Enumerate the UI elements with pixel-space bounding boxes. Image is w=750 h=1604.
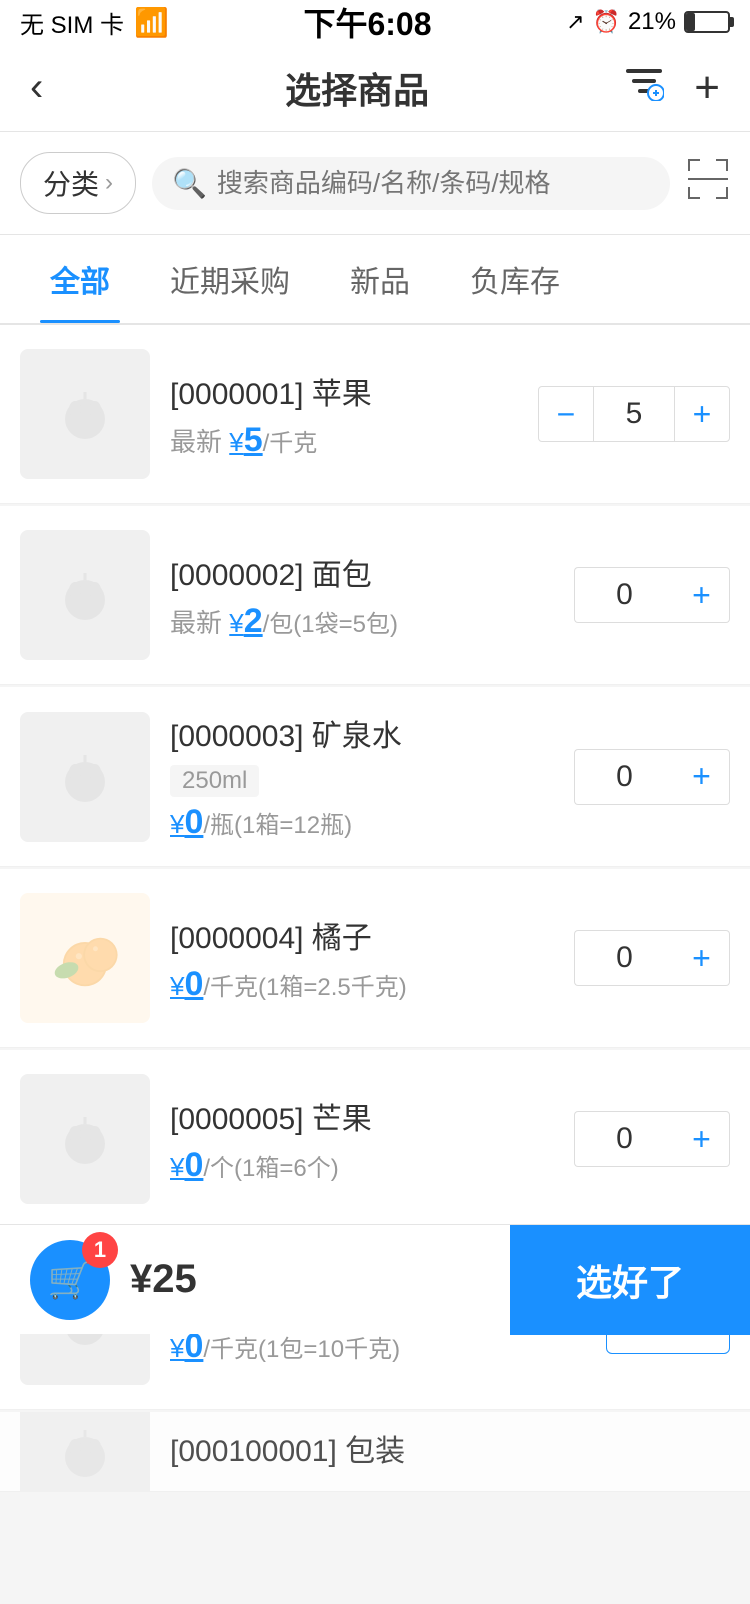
tab-negative[interactable]: 负库存 bbox=[440, 235, 590, 323]
scan-icon[interactable] bbox=[686, 157, 730, 210]
qty-control-0000005: + bbox=[574, 1111, 730, 1167]
battery-icon bbox=[684, 11, 730, 33]
product-image-0000004 bbox=[20, 893, 150, 1023]
product-image-0000001 bbox=[20, 349, 150, 479]
search-input[interactable] bbox=[217, 168, 650, 199]
product-image-0000003 bbox=[20, 712, 150, 842]
product-name: [0000003] 矿泉水 bbox=[170, 711, 554, 755]
product-price: ¥0/瓶(1箱=12瓶) bbox=[170, 803, 554, 842]
product-name: [0000004] 橘子 bbox=[170, 913, 554, 957]
tab-new[interactable]: 新品 bbox=[320, 235, 440, 323]
product-price: 最新 ¥5/千克 bbox=[170, 421, 518, 460]
product-info-0000003: [0000003] 矿泉水 250ml ¥0/瓶(1箱=12瓶) bbox=[170, 711, 554, 842]
qty-minus-button[interactable]: − bbox=[538, 386, 594, 442]
tab-all[interactable]: 全部 bbox=[20, 235, 140, 323]
product-price: 最新 ¥2/包(1袋=5包) bbox=[170, 602, 554, 641]
product-price: ¥0/千克(1箱=2.5千克) bbox=[170, 965, 554, 1004]
product-name: [000100001] 包装 bbox=[170, 1426, 730, 1470]
qty-input[interactable] bbox=[574, 567, 674, 623]
qty-input[interactable] bbox=[574, 1111, 674, 1167]
qty-input[interactable] bbox=[574, 930, 674, 986]
qty-control-0000002: + bbox=[574, 567, 730, 623]
confirm-button[interactable]: 选好了 bbox=[510, 1225, 750, 1335]
cart-icon: 🛒 bbox=[48, 1259, 93, 1301]
product-item: [0000004] 橘子 ¥0/千克(1箱=2.5千克) + bbox=[0, 869, 750, 1048]
qty-plus-button[interactable]: + bbox=[674, 567, 730, 623]
back-button[interactable]: ‹ bbox=[30, 65, 90, 110]
qty-plus-button[interactable]: + bbox=[674, 386, 730, 442]
qty-plus-button[interactable]: + bbox=[674, 749, 730, 805]
status-time: 下午6:08 bbox=[303, 0, 431, 45]
product-spec: 250ml bbox=[170, 765, 259, 797]
product-info-0000001: [0000001] 苹果 最新 ¥5/千克 bbox=[170, 369, 518, 460]
product-item-partial: [000100001] 包装 bbox=[0, 1412, 750, 1492]
status-right: ↗ ⏰ 21% bbox=[566, 8, 730, 36]
product-item: [0000005] 芒果 ¥0/个(1箱=6个) + bbox=[0, 1050, 750, 1229]
alarm-icon: ⏰ bbox=[593, 9, 620, 35]
nav-actions: + bbox=[624, 63, 720, 113]
bottom-bar: 🛒 1 ¥25 选好了 bbox=[0, 1224, 750, 1334]
search-box: 🔍 bbox=[152, 157, 670, 210]
tab-recent[interactable]: 近期采购 bbox=[140, 235, 320, 323]
filter-icon[interactable] bbox=[624, 65, 664, 111]
battery-fill bbox=[686, 13, 695, 31]
product-price: ¥0/个(1箱=6个) bbox=[170, 1146, 554, 1185]
qty-control-0000003: + bbox=[574, 749, 730, 805]
tab-row: 全部 近期采购 新品 负库存 bbox=[0, 235, 750, 325]
cart-badge: 1 bbox=[82, 1232, 118, 1268]
nav-bar: ‹ 选择商品 + bbox=[0, 44, 750, 132]
product-item: [0000003] 矿泉水 250ml ¥0/瓶(1箱=12瓶) + bbox=[0, 687, 750, 867]
product-item: [0000002] 面包 最新 ¥2/包(1袋=5包) + bbox=[0, 506, 750, 685]
product-item: [0000001] 苹果 最新 ¥5/千克 − + bbox=[0, 325, 750, 504]
product-name: [0000005] 芒果 bbox=[170, 1094, 554, 1138]
qty-plus-button[interactable]: + bbox=[674, 930, 730, 986]
product-image-0000002 bbox=[20, 530, 150, 660]
product-image-partial bbox=[20, 1412, 150, 1492]
location-icon: ↗ bbox=[566, 9, 584, 35]
search-icon: 🔍 bbox=[172, 167, 207, 200]
product-name: [0000001] 苹果 bbox=[170, 369, 518, 413]
cart-total: ¥25 bbox=[130, 1257, 197, 1302]
add-icon[interactable]: + bbox=[694, 63, 720, 113]
qty-control-0000004: + bbox=[574, 930, 730, 986]
qty-plus-button[interactable]: + bbox=[674, 1111, 730, 1167]
product-info-0000002: [0000002] 面包 最新 ¥2/包(1袋=5包) bbox=[170, 550, 554, 641]
cart-section: 🛒 1 ¥25 bbox=[0, 1240, 510, 1320]
qty-input[interactable] bbox=[574, 749, 674, 805]
category-button[interactable]: 分类 › bbox=[20, 152, 136, 214]
qty-control-0000001: − + bbox=[538, 386, 730, 442]
carrier-text: 无 SIM 卡 bbox=[20, 5, 124, 40]
page-title: 选择商品 bbox=[285, 62, 429, 114]
status-bar: 无 SIM 卡 📶 下午6:08 ↗ ⏰ 21% bbox=[0, 0, 750, 44]
chevron-right-icon: › bbox=[105, 169, 113, 197]
battery-percent: 21% bbox=[628, 8, 676, 36]
product-image-0000005 bbox=[20, 1074, 150, 1204]
product-info-0000005: [0000005] 芒果 ¥0/个(1箱=6个) bbox=[170, 1094, 554, 1185]
product-name: [0000002] 面包 bbox=[170, 550, 554, 594]
filter-row: 分类 › 🔍 bbox=[0, 132, 750, 235]
qty-input[interactable] bbox=[594, 386, 674, 442]
status-left: 无 SIM 卡 📶 bbox=[20, 5, 169, 40]
product-info-partial: [000100001] 包装 bbox=[170, 1426, 730, 1478]
product-info-0000004: [0000004] 橘子 ¥0/千克(1箱=2.5千克) bbox=[170, 913, 554, 1004]
cart-icon-button[interactable]: 🛒 1 bbox=[30, 1240, 110, 1320]
category-label: 分类 bbox=[43, 163, 99, 203]
wifi-icon: 📶 bbox=[134, 6, 169, 39]
